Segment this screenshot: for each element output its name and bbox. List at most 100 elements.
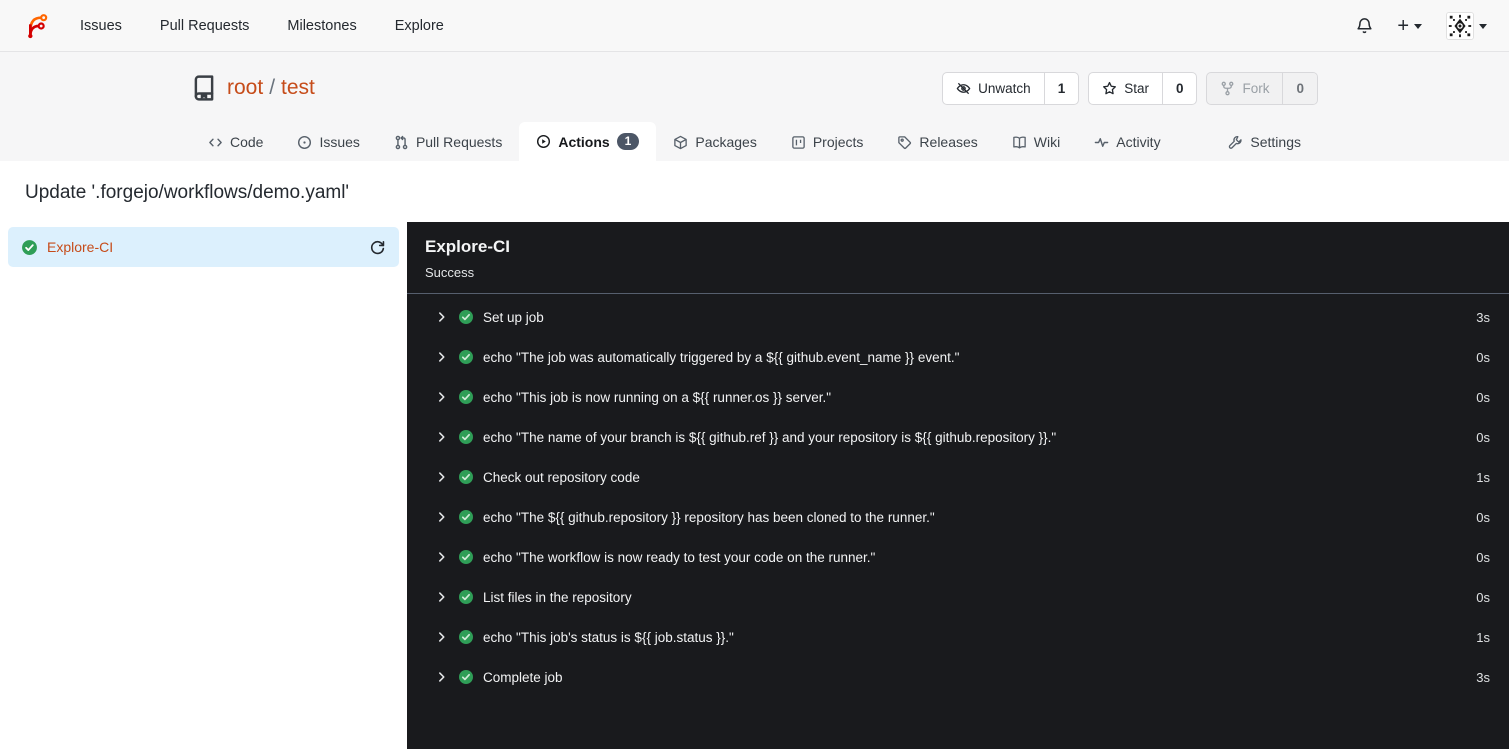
rerun-refresh-icon[interactable] <box>369 239 386 256</box>
success-check-icon <box>22 239 37 255</box>
chevron-right-icon[interactable] <box>435 350 449 364</box>
navbar-item-pull-requests[interactable]: Pull Requests <box>160 18 249 34</box>
unwatch-label: Unwatch <box>978 80 1031 96</box>
tab-settings[interactable]: Settings <box>1211 123 1318 161</box>
step-row[interactable]: echo "This job's status is ${{ job.statu… <box>407 617 1509 657</box>
tab-label: Wiki <box>1033 134 1061 150</box>
chevron-right-icon[interactable] <box>435 510 449 524</box>
chevron-right-icon[interactable] <box>435 430 449 444</box>
fork-icon <box>1222 81 1234 95</box>
tab-issues[interactable]: Issues <box>280 123 376 161</box>
star-button[interactable]: Star 0 <box>1088 71 1198 105</box>
chevron-right-icon[interactable] <box>435 390 449 404</box>
tab-label: Projects <box>812 134 864 150</box>
navbar-item-explore[interactable]: Explore <box>395 18 444 34</box>
repo-name-link[interactable]: test <box>281 76 315 100</box>
watchers-count[interactable]: 1 <box>1043 72 1079 104</box>
step-name: echo "This job is now running on a ${{ r… <box>483 389 832 405</box>
tab-projects[interactable]: Projects <box>774 123 881 161</box>
project-board-icon <box>792 135 805 149</box>
repo-separator: / <box>269 76 276 99</box>
chevron-down-icon <box>1414 24 1422 29</box>
step-row[interactable]: Complete job 3s <box>407 657 1509 697</box>
step-row[interactable]: Check out repository code 1s <box>407 457 1509 497</box>
job-title: Explore-CI <box>425 237 511 256</box>
tab-wiki[interactable]: Wiki <box>995 123 1077 161</box>
chevron-right-icon[interactable] <box>435 470 449 484</box>
navbar-item-milestones[interactable]: Milestones <box>287 18 356 34</box>
step-duration: 1s <box>1476 629 1490 645</box>
play-circle-icon <box>537 134 551 149</box>
chevron-right-icon[interactable] <box>435 590 449 604</box>
forgejo-logo-icon[interactable] <box>22 10 52 42</box>
code-icon <box>209 138 222 146</box>
plus-icon: + <box>1397 14 1409 37</box>
run-content: Explore-CI Explore-CI Success Set up job… <box>0 222 1509 749</box>
unwatch-button[interactable]: Unwatch 1 <box>942 71 1080 105</box>
chevron-right-icon[interactable] <box>435 310 449 324</box>
success-check-icon <box>459 670 473 684</box>
book-open-icon <box>1013 135 1026 148</box>
step-name: Check out repository code <box>483 469 640 485</box>
step-name: echo "This job's status is ${{ job.statu… <box>483 629 734 645</box>
step-duration: 0s <box>1476 549 1490 565</box>
stars-count[interactable]: 0 <box>1161 72 1197 104</box>
forks-count: 0 <box>1282 72 1317 104</box>
chevron-right-icon[interactable] <box>435 670 449 684</box>
tab-label: Activity <box>1116 134 1161 150</box>
pulse-icon <box>1094 137 1109 147</box>
step-name: List files in the repository <box>483 589 632 605</box>
issue-circle-icon <box>298 135 312 149</box>
tools-icon <box>1229 135 1243 149</box>
tab-pull-requests[interactable]: Pull Requests <box>377 123 519 161</box>
chevron-right-icon[interactable] <box>435 550 449 564</box>
repo-tabs: Code Issues Pull Requests Actions 1 Pack… <box>191 118 1318 161</box>
eye-slash-icon <box>956 82 971 94</box>
success-check-icon <box>459 510 473 524</box>
step-name: echo "The name of your branch is ${{ git… <box>483 429 1057 445</box>
step-row[interactable]: echo "The ${{ github.repository }} repos… <box>407 497 1509 537</box>
repository-book-icon <box>194 75 214 101</box>
tab-activity[interactable]: Activity <box>1077 123 1177 161</box>
job-name: Explore-CI <box>47 239 114 255</box>
tab-label: Actions <box>558 133 610 150</box>
user-menu-button[interactable] <box>1446 11 1487 40</box>
avatar <box>1446 11 1474 40</box>
star-label: Star <box>1124 80 1149 96</box>
tab-code[interactable]: Code <box>191 123 280 161</box>
step-name: echo "The job was automatically triggere… <box>483 349 960 365</box>
job-log-panel: Explore-CI Success Set up job 3s echo "T… <box>407 222 1509 749</box>
jobs-sidebar: Explore-CI <box>0 222 407 749</box>
chevron-down-icon <box>1479 24 1487 29</box>
actions-count-badge: 1 <box>616 133 640 150</box>
navbar-links: Issues Pull Requests Milestones Explore <box>80 18 444 34</box>
tab-label: Packages <box>695 134 757 150</box>
step-row[interactable]: Set up job 3s <box>407 297 1509 337</box>
tab-releases[interactable]: Releases <box>880 123 994 161</box>
steps-list: Set up job 3s echo "The job was automati… <box>407 294 1509 700</box>
chevron-right-icon[interactable] <box>435 630 449 644</box>
step-row[interactable]: echo "The workflow is now ready to test … <box>407 537 1509 577</box>
repo-action-buttons: Unwatch 1 Star 0 Fork 0 <box>942 71 1318 105</box>
tab-label: Issues <box>319 134 360 150</box>
tab-packages[interactable]: Packages <box>656 123 773 161</box>
tag-icon <box>898 135 912 149</box>
navbar-item-issues[interactable]: Issues <box>80 18 122 34</box>
tab-label: Pull Requests <box>415 134 503 150</box>
star-icon <box>1103 81 1117 94</box>
pull-request-icon <box>395 135 408 149</box>
create-new-button[interactable]: + <box>1397 16 1422 36</box>
step-row[interactable]: List files in the repository 0s <box>407 577 1509 617</box>
success-check-icon <box>459 470 473 484</box>
repo-header: root / test Unwatch 1 Star 0 Fork 0 Code… <box>0 52 1509 161</box>
repo-title-row: root / test Unwatch 1 Star 0 Fork 0 <box>191 52 1318 108</box>
step-duration: 0s <box>1476 429 1490 445</box>
notifications-bell-icon[interactable] <box>1356 17 1373 34</box>
repo-owner-link[interactable]: root <box>227 76 263 100</box>
step-row[interactable]: echo "This job is now running on a ${{ r… <box>407 377 1509 417</box>
step-row[interactable]: echo "The job was automatically triggere… <box>407 337 1509 377</box>
package-icon <box>674 135 688 149</box>
step-row[interactable]: echo "The name of your branch is ${{ git… <box>407 417 1509 457</box>
tab-actions[interactable]: Actions 1 <box>519 122 657 161</box>
job-list-item-explore-ci[interactable]: Explore-CI <box>8 227 399 267</box>
